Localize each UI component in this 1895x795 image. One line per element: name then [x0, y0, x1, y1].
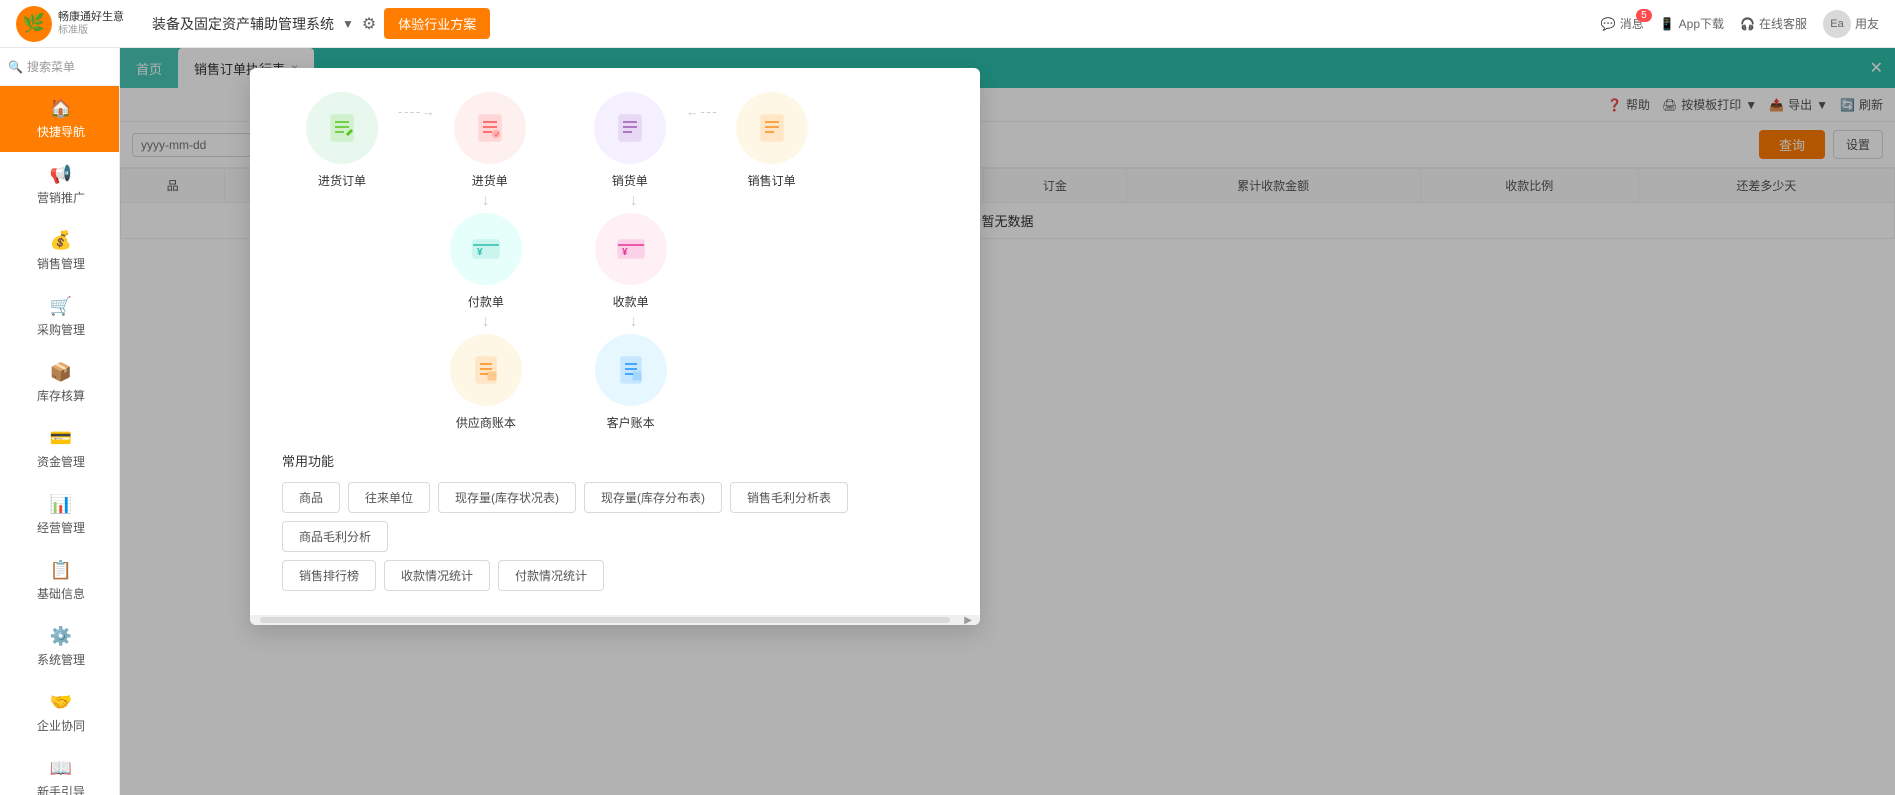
sidebar-item-inventory[interactable]: 📦 库存核算	[0, 350, 119, 416]
quick-nav-icon: 🏠	[50, 98, 72, 119]
arrow-receipt-bill-down: ↓	[630, 310, 638, 334]
inventory-icon: 📦	[50, 362, 72, 383]
header-right: 💬 消息 5 📱 App下载 🎧 在线客服 Ea 用友	[1601, 10, 1879, 38]
sidebar-item-quick-nav[interactable]: 🏠 快捷导航	[0, 86, 119, 152]
finance-icon: 💳	[50, 428, 72, 449]
arrow-purchase-order-to-bill: - - - - →	[398, 104, 434, 177]
func-btn-product-profit[interactable]: 商品毛利分析	[282, 521, 388, 552]
logo-area: 🌿 畅康通好生意 标准版	[16, 6, 136, 42]
payment-bill-label: 付款单	[468, 293, 504, 310]
header-center: 装备及固定资产辅助管理系统 ▼ ⚙ 体验行业方案	[152, 8, 490, 39]
purchase-order-circle	[306, 92, 378, 164]
system-dropdown-button[interactable]: ▼	[342, 17, 354, 31]
func-buttons-row-1: 商品 往来单位 现存量(库存状况表) 现存量(库存分布表) 销售毛利分析表 商品…	[282, 482, 948, 552]
flow-node-sales-order: 销售订单	[712, 92, 832, 189]
sidebar-item-cooperation[interactable]: 🤝 企业协同	[0, 680, 119, 746]
settings-icon-button[interactable]: ⚙	[362, 14, 376, 34]
func-btn-sales-rank[interactable]: 销售排行榜	[282, 560, 376, 591]
flow-node-receipt-bill: ¥ 收款单	[571, 213, 691, 310]
sidebar-item-finance[interactable]: 💳 资金管理	[0, 416, 119, 482]
purchase-bill-circle: ✓	[454, 92, 526, 164]
operations-icon: 📊	[50, 494, 72, 515]
flow-node-payment-bill: ¥ 付款单	[426, 213, 546, 310]
sidebar-item-sales[interactable]: 💰 销售管理	[0, 218, 119, 284]
modal-body: 进货订单 - - - - →	[250, 68, 980, 615]
message-badge: 5	[1636, 9, 1652, 22]
supplier-ledger-label: 供应商账本	[456, 414, 516, 431]
svg-text:✓: ✓	[494, 130, 501, 139]
receipt-bill-label: 收款单	[613, 293, 649, 310]
search-icon: 🔍	[8, 60, 23, 74]
scroll-right-arrow[interactable]: ▶	[964, 615, 972, 625]
sidebar-item-operations[interactable]: 📊 经营管理	[0, 482, 119, 548]
purchase-bill-label: 进货单	[472, 172, 508, 189]
arrow-sales-bill-down: ↓	[630, 189, 638, 213]
purchase-icon: 🛒	[50, 296, 72, 317]
sales-order-label: 销售订单	[748, 172, 796, 189]
newbie-icon: 📖	[50, 758, 72, 779]
download-icon: 📱	[1660, 17, 1675, 31]
online-service-button[interactable]: 🎧 在线客服	[1740, 15, 1807, 32]
svg-text:¥: ¥	[477, 247, 483, 258]
system-icon: ⚙️	[50, 626, 72, 647]
func-btn-stock-dist[interactable]: 现存量(库存分布表)	[584, 482, 722, 513]
flow-node-customer-ledger: 客户账本	[571, 334, 691, 431]
customer-ledger-circle	[595, 334, 667, 406]
flow-node-purchase-bill: ✓ 进货单	[430, 92, 550, 189]
modal-scrollbar[interactable]: ▶	[250, 615, 980, 625]
func-btn-product[interactable]: 商品	[282, 482, 340, 513]
common-functions-section: 常用功能 商品 往来单位 现存量(库存状况表) 现存量(库存分布表) 销售毛利分…	[282, 451, 948, 591]
sidebar-item-basic-info[interactable]: 📋 基础信息	[0, 548, 119, 614]
logo-icon: 🌿	[16, 6, 52, 42]
logo-text: 畅康通好生意 标准版	[58, 10, 124, 37]
sales-icon: 💰	[50, 230, 72, 251]
supplier-ledger-circle	[450, 334, 522, 406]
user-menu[interactable]: Ea 用友	[1823, 10, 1879, 38]
system-title: 装备及固定资产辅助管理系统	[152, 14, 334, 34]
scrollbar-track	[260, 617, 950, 623]
sidebar-item-system[interactable]: ⚙️ 系统管理	[0, 614, 119, 680]
arrow-purchase-bill-down: ↓	[482, 189, 490, 213]
flow-diagram: 进货订单 - - - - →	[282, 92, 948, 431]
trial-button[interactable]: 体验行业方案	[384, 8, 490, 39]
modal-overlay: 进货订单 - - - - →	[120, 48, 1895, 795]
arrow-payment-bill-down: ↓	[482, 310, 490, 334]
flow-node-sales-bill: 销货单	[570, 92, 690, 189]
marketing-icon: 📢	[50, 164, 72, 185]
common-functions-title: 常用功能	[282, 451, 948, 470]
app-download-button[interactable]: 📱 App下载	[1660, 15, 1724, 32]
message-button[interactable]: 💬 消息 5	[1601, 15, 1644, 32]
content-area: 首页 销售订单执行表 × ✕ ❓ 帮助 🖨 按模板打印 ▼	[120, 48, 1895, 795]
customer-ledger-label: 客户账本	[607, 414, 655, 431]
sidebar-search[interactable]: 🔍 搜索菜单	[0, 48, 119, 86]
purchase-order-label: 进货订单	[318, 172, 366, 189]
avatar: Ea	[1823, 10, 1851, 38]
receipt-bill-circle: ¥	[595, 213, 667, 285]
func-btn-payment-stats[interactable]: 付款情况统计	[498, 560, 604, 591]
message-icon: 💬	[1601, 17, 1616, 31]
sales-bill-circle	[594, 92, 666, 164]
payment-bill-circle: ¥	[450, 213, 522, 285]
sidebar: 🔍 搜索菜单 🏠 快捷导航 📢 营销推广 💰 销售管理 🛒 采购管理	[0, 48, 120, 795]
sidebar-item-marketing[interactable]: 📢 营销推广	[0, 152, 119, 218]
func-btn-stock-status[interactable]: 现存量(库存状况表)	[438, 482, 576, 513]
sales-order-circle	[736, 92, 808, 164]
flow-node-purchase-order: 进货订单	[282, 92, 402, 189]
basic-info-icon: 📋	[50, 560, 72, 581]
flow-node-supplier-ledger: 供应商账本	[426, 334, 546, 431]
flow-modal: 进货订单 - - - - →	[250, 68, 980, 625]
func-btn-sales-profit[interactable]: 销售毛利分析表	[730, 482, 848, 513]
cooperation-icon: 🤝	[50, 692, 72, 713]
func-btn-receipt-stats[interactable]: 收款情况统计	[384, 560, 490, 591]
sidebar-item-newbie[interactable]: 📖 新手引导	[0, 746, 119, 795]
svg-text:¥: ¥	[622, 247, 628, 258]
func-buttons-row-2: 销售排行榜 收款情况统计 付款情况统计	[282, 560, 948, 591]
sidebar-item-purchase[interactable]: 🛒 采购管理	[0, 284, 119, 350]
func-btn-partner[interactable]: 往来单位	[348, 482, 430, 513]
sales-bill-label: 销货单	[612, 172, 648, 189]
service-icon: 🎧	[1740, 17, 1755, 31]
